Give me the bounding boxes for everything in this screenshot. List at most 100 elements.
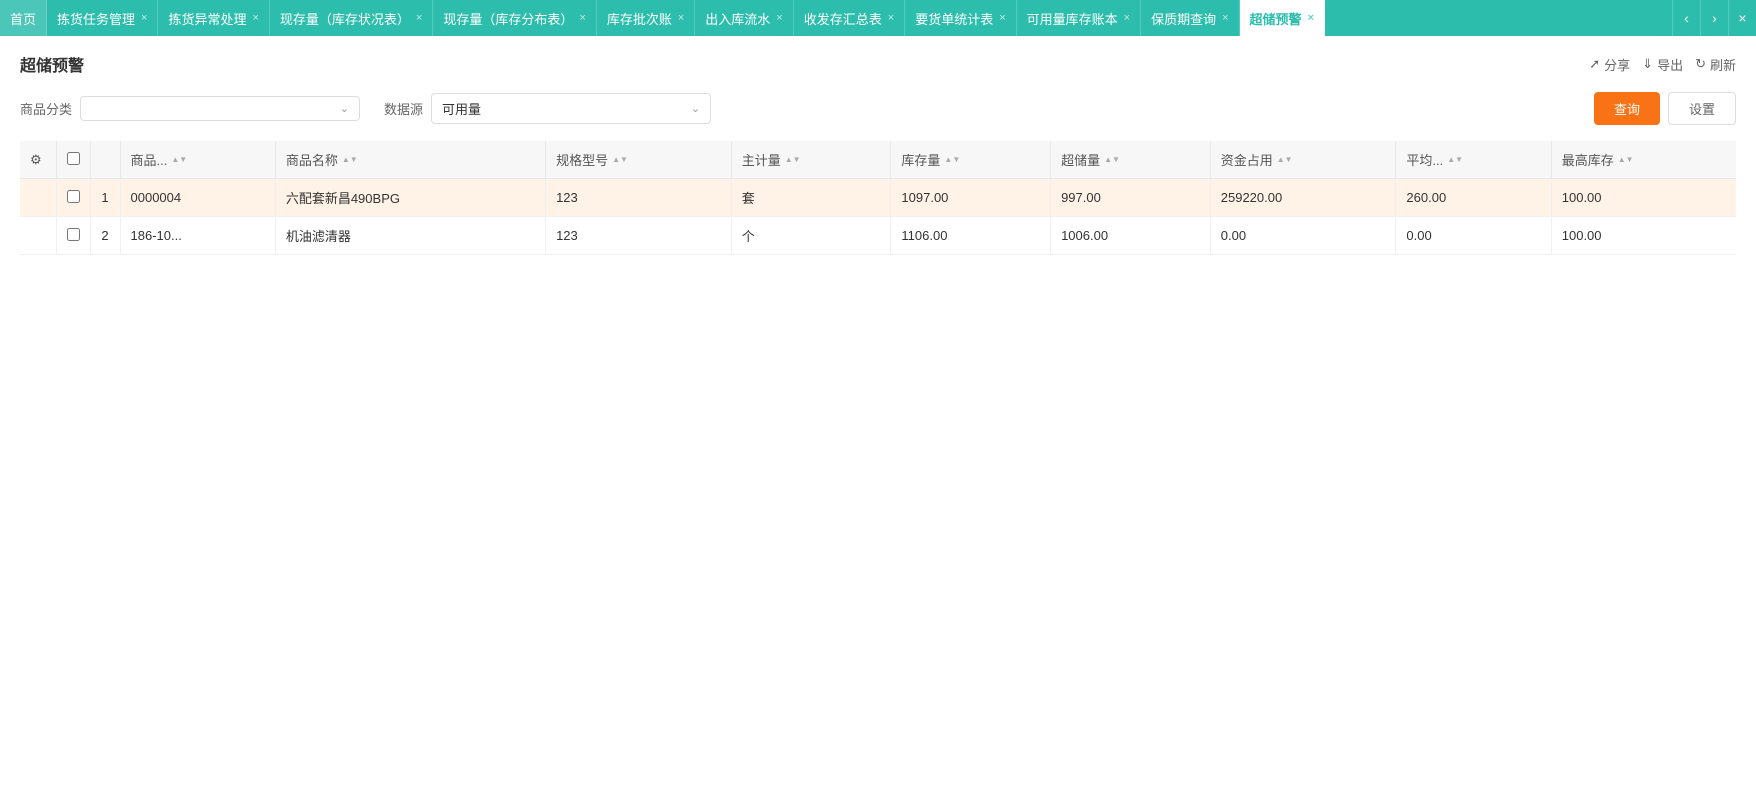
- avg-sort[interactable]: 平均... ▲▼: [1406, 150, 1540, 169]
- spec-sort[interactable]: 规格型号 ▲▼: [556, 150, 721, 169]
- checkbox-column-header: [56, 141, 90, 179]
- table-row: 1 0000004 六配套新昌490BPG 123 套 1097.00 997.…: [20, 179, 1736, 217]
- row-overflow: 997.00: [1051, 179, 1211, 217]
- sort-icon: ▲▼: [1447, 155, 1463, 164]
- refresh-button[interactable]: ↻ 刷新: [1695, 55, 1736, 74]
- sort-icon: ▲▼: [342, 155, 358, 164]
- row-gear: [20, 179, 56, 217]
- sort-icon: ▲▼: [1277, 155, 1293, 164]
- rownum-column-header: [90, 141, 120, 179]
- row-code: 186-10...: [120, 217, 275, 255]
- export-button[interactable]: ⇓ 导出: [1642, 55, 1683, 74]
- close-icon[interactable]: ×: [579, 12, 585, 24]
- datasource-label: 数据源: [384, 99, 423, 118]
- table-body: 1 0000004 六配套新昌490BPG 123 套 1097.00 997.…: [20, 179, 1736, 255]
- unit-column-header: 主计量 ▲▼: [731, 141, 891, 179]
- avg-column-header: 平均... ▲▼: [1396, 141, 1551, 179]
- row-avg: 260.00: [1396, 179, 1551, 217]
- stock-sort[interactable]: 库存量 ▲▼: [901, 150, 1040, 169]
- row-spec: 123: [546, 217, 732, 255]
- row-checkbox-cell: [56, 179, 90, 217]
- maxstock-sort[interactable]: 最高库存 ▲▼: [1562, 150, 1726, 169]
- close-icon[interactable]: ×: [776, 12, 782, 24]
- row-capital: 0.00: [1210, 217, 1396, 255]
- nav-next-button[interactable]: ›: [1700, 0, 1728, 36]
- name-sort[interactable]: 商品名称 ▲▼: [286, 150, 535, 169]
- sort-icon: ▲▼: [1104, 155, 1120, 164]
- nav-jianhuo-exception[interactable]: 拣货异常处理 ×: [158, 0, 269, 36]
- nav-jianhuo-task[interactable]: 拣货任务管理 ×: [47, 0, 158, 36]
- sort-icon: ▲▼: [1618, 155, 1634, 164]
- close-icon[interactable]: ×: [416, 12, 422, 24]
- spec-column-header: 规格型号 ▲▼: [546, 141, 732, 179]
- share-button[interactable]: ➚ 分享: [1589, 55, 1630, 74]
- row-unit: 套: [731, 179, 891, 217]
- sort-icon: ▲▼: [944, 155, 960, 164]
- table-row: 2 186-10... 机油滤清器 123 个 1106.00 1006.00 …: [20, 217, 1736, 255]
- nav-kucun-batch[interactable]: 库存批次账 ×: [597, 0, 695, 36]
- close-icon[interactable]: ×: [252, 12, 258, 24]
- row-spec: 123: [546, 179, 732, 217]
- row-gear: [20, 217, 56, 255]
- overflow-sort[interactable]: 超储量 ▲▼: [1061, 150, 1200, 169]
- sort-icon: ▲▼: [171, 155, 187, 164]
- row-overflow: 1006.00: [1051, 217, 1211, 255]
- datasource-select-value: 可用量: [442, 99, 481, 118]
- maxstock-column-header: 最高库存 ▲▼: [1551, 141, 1736, 179]
- unit-sort[interactable]: 主计量 ▲▼: [742, 150, 881, 169]
- nav-receipt-summary[interactable]: 收发存汇总表 ×: [794, 0, 905, 36]
- close-icon[interactable]: ×: [678, 12, 684, 24]
- settings-button[interactable]: 设置: [1668, 92, 1736, 125]
- nav-arrows: ‹ › ×: [1672, 0, 1756, 36]
- nav-overstock-warning[interactable]: 超储预警 ×: [1240, 0, 1325, 36]
- nav-xiancunliang-dist[interactable]: 现存量（库存分布表） ×: [433, 0, 596, 36]
- datasource-filter: 数据源 可用量 ⌄: [384, 93, 711, 124]
- close-icon[interactable]: ×: [141, 12, 147, 24]
- nav-xiancunliang-status[interactable]: 现存量（库存状况表） ×: [270, 0, 433, 36]
- nav-shelf-life[interactable]: 保质期查询 ×: [1141, 0, 1239, 36]
- row-checkbox-cell: [56, 217, 90, 255]
- nav-close-button[interactable]: ×: [1728, 0, 1756, 36]
- close-icon[interactable]: ×: [1124, 12, 1130, 24]
- filter-row: 商品分类 ⌄ 数据源 可用量 ⌄ 查询 设置: [20, 92, 1736, 125]
- chevron-down-icon: ⌄: [340, 102, 349, 115]
- code-column-header: 商品... ▲▼: [120, 141, 275, 179]
- row-maxstock: 100.00: [1551, 217, 1736, 255]
- close-icon[interactable]: ×: [888, 12, 894, 24]
- nav-home[interactable]: 首页: [0, 0, 47, 36]
- close-icon[interactable]: ×: [999, 12, 1005, 24]
- gear-icon[interactable]: ⚙: [30, 152, 42, 167]
- row-checkbox[interactable]: [67, 228, 80, 241]
- nav-inout-flow[interactable]: 出入库流水 ×: [695, 0, 793, 36]
- row-stock: 1106.00: [891, 217, 1051, 255]
- nav-order-stats[interactable]: 要货单统计表 ×: [905, 0, 1016, 36]
- refresh-icon: ↻: [1695, 56, 1706, 72]
- capital-sort[interactable]: 资金占用 ▲▼: [1221, 150, 1386, 169]
- row-name: 机油滤清器: [275, 217, 545, 255]
- sort-icon: ▲▼: [612, 155, 628, 164]
- row-checkbox[interactable]: [67, 190, 80, 203]
- select-all-checkbox[interactable]: [67, 152, 80, 165]
- row-maxstock: 100.00: [1551, 179, 1736, 217]
- capital-column-header: 资金占用 ▲▼: [1210, 141, 1396, 179]
- close-icon[interactable]: ×: [1222, 12, 1228, 24]
- row-number: 2: [90, 217, 120, 255]
- top-navigation: 首页 拣货任务管理 × 拣货异常处理 × 现存量（库存状况表） × 现存量（库存…: [0, 0, 1756, 36]
- row-unit: 个: [731, 217, 891, 255]
- nav-prev-button[interactable]: ‹: [1672, 0, 1700, 36]
- nav-available-stock[interactable]: 可用量库存账本 ×: [1017, 0, 1141, 36]
- name-column-header: 商品名称 ▲▼: [275, 141, 545, 179]
- code-sort[interactable]: 商品... ▲▼: [131, 150, 265, 169]
- row-avg: 0.00: [1396, 217, 1551, 255]
- query-button[interactable]: 查询: [1594, 92, 1660, 125]
- gear-column-header: ⚙: [20, 141, 56, 179]
- row-name: 六配套新昌490BPG: [275, 179, 545, 217]
- stock-column-header: 库存量 ▲▼: [891, 141, 1051, 179]
- close-icon[interactable]: ×: [1308, 12, 1314, 24]
- row-stock: 1097.00: [891, 179, 1051, 217]
- page-title: 超储预警: [20, 52, 84, 76]
- chevron-down-icon: ⌄: [691, 102, 700, 115]
- datasource-select[interactable]: 可用量 ⌄: [431, 93, 711, 124]
- category-select[interactable]: ⌄: [80, 96, 360, 121]
- data-table: ⚙ 商品... ▲▼ 商品名称 ▲▼: [20, 141, 1736, 255]
